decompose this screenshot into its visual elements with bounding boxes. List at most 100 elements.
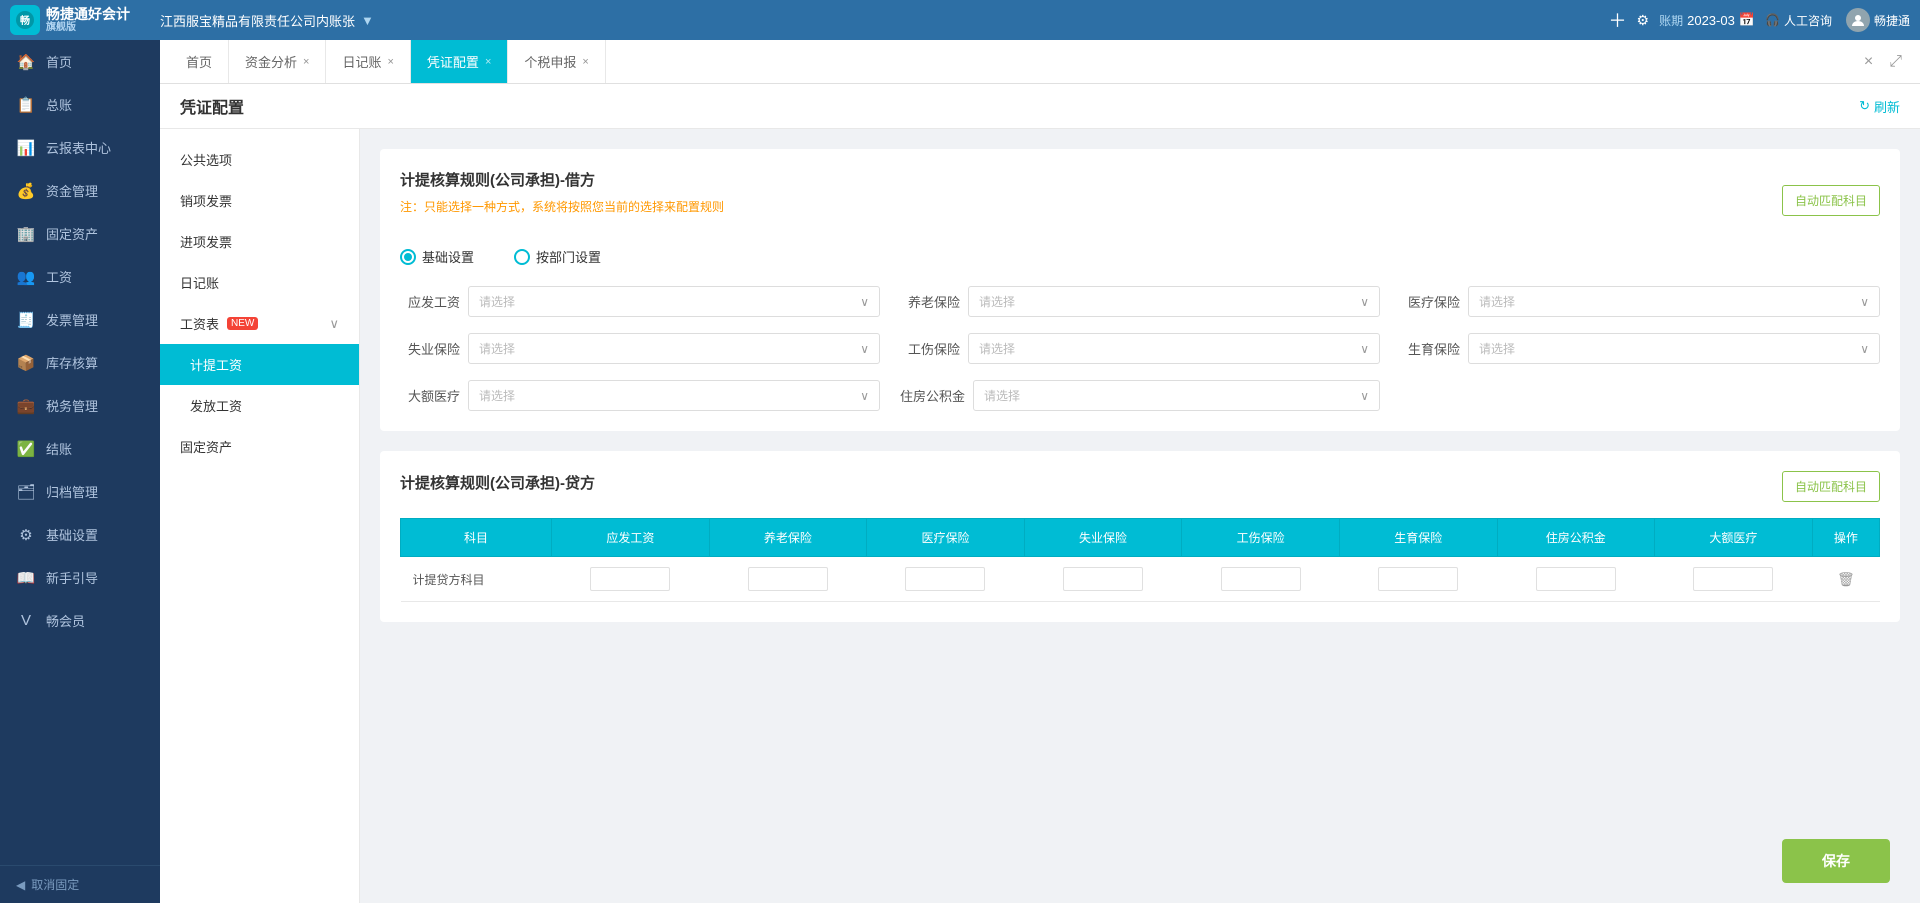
input-gross[interactable] <box>590 567 670 591</box>
input-unemployment[interactable] <box>1063 567 1143 591</box>
debit-form-grid: 应发工资 请选择 ∨ 养老保险 请选择 ∨ <box>400 286 1880 411</box>
input-maternity[interactable] <box>1378 567 1458 591</box>
window-expand-button[interactable]: ⤢ <box>1881 49 1910 75</box>
col-workinjury: 工伤保险 <box>1182 519 1340 557</box>
sidebar-item-ledger[interactable]: 📋 总账 <box>0 83 160 126</box>
radio-dept[interactable]: 按部门设置 <box>514 247 601 266</box>
inventory-icon: 📦 <box>16 354 36 372</box>
tab-home[interactable]: 首页 <box>170 40 229 83</box>
tab-journal[interactable]: 日记账 × <box>326 40 410 83</box>
input-pension[interactable] <box>748 567 828 591</box>
gross-salary-select[interactable]: 请选择 ∨ <box>468 286 880 317</box>
debit-section-note: 注：只能选择一种方式，系统将按照您当前的选择来配置规则 <box>400 198 724 215</box>
maternity-label: 生育保险 <box>1400 339 1460 358</box>
main-layout: 🏠 首页 📋 总账 📊 云报表中心 💰 资金管理 🏢 固定资产 👥 工资 🧾 发… <box>0 40 1920 903</box>
settings-icon: ⚙ <box>16 526 36 544</box>
cell-gross <box>552 557 710 602</box>
close-capital-tab[interactable]: × <box>303 56 309 68</box>
sidebar-item-settings[interactable]: ⚙ 基础设置 <box>0 513 160 556</box>
sidebar-item-salary[interactable]: 👥 工资 <box>0 255 160 298</box>
workinjury-label: 工伤保险 <box>900 339 960 358</box>
pension-select[interactable]: 请选择 ∨ <box>968 286 1380 317</box>
left-nav-public[interactable]: 公共选项 <box>160 139 359 180</box>
sidebar-item-archive[interactable]: 🗂 归档管理 <box>0 470 160 513</box>
input-large-medical[interactable] <box>1693 567 1773 591</box>
logo-icon: 畅 <box>10 5 40 35</box>
cell-workinjury <box>1182 557 1340 602</box>
chevron-down-icon: ∨ <box>1860 342 1869 356</box>
chevron-down-icon[interactable]: ▼ <box>361 13 374 28</box>
workinjury-select[interactable]: 请选择 ∨ <box>968 333 1380 364</box>
col-medical: 医疗保险 <box>867 519 1025 557</box>
sidebar-item-home[interactable]: 🏠 首页 <box>0 40 160 83</box>
save-button[interactable]: 保存 <box>1782 839 1890 883</box>
delete-row-icon[interactable]: 🗑 <box>1837 571 1855 587</box>
company-name: 江西服宝精品有限责任公司内账张 <box>160 11 355 30</box>
gear-icon[interactable]: ⚙ <box>1637 12 1650 29</box>
sidebar-item-fixed-assets[interactable]: 🏢 固定资产 <box>0 212 160 255</box>
left-nav-journal[interactable]: 日记账 <box>160 262 359 303</box>
left-nav-payout[interactable]: 发放工资 <box>160 385 359 426</box>
tab-voucher[interactable]: 凭证配置 × <box>411 40 508 83</box>
input-workinjury[interactable] <box>1221 567 1301 591</box>
cancel-pin-button[interactable]: ◀ 取消固定 <box>0 865 160 903</box>
radio-dept-circle <box>514 249 530 265</box>
sidebar-item-vip[interactable]: V 畅会员 <box>0 599 160 642</box>
chevron-down-icon: ∨ <box>1360 389 1369 403</box>
table-row: 计提贷方科目 🗑 <box>401 557 1880 602</box>
refresh-button[interactable]: ↻ 刷新 <box>1859 97 1900 116</box>
housing-fund-select[interactable]: 请选择 ∨ <box>973 380 1380 411</box>
left-nav-purchase[interactable]: 进项发票 <box>160 221 359 262</box>
large-medical-select[interactable]: 请选择 ∨ <box>468 380 880 411</box>
unemployment-select[interactable]: 请选择 ∨ <box>468 333 880 364</box>
close-voucher-tab[interactable]: × <box>485 56 491 68</box>
large-medical-label: 大额医疗 <box>400 386 460 405</box>
table-header-row: 科目 应发工资 养老保险 医疗保险 失业保险 工伤保险 生育保险 住房公积金 大… <box>401 519 1880 557</box>
close-tax-tab[interactable]: × <box>582 56 588 68</box>
cell-maternity <box>1339 557 1497 602</box>
add-icon[interactable]: ＋ <box>1609 7 1627 33</box>
left-nav-sales[interactable]: 销项发票 <box>160 180 359 221</box>
content-wrapper: 公共选项 销项发票 进项发票 日记账 工资表 NEW ∨ <box>160 129 1920 903</box>
chevron-down-icon: ∨ <box>1860 295 1869 309</box>
credit-auto-match-button[interactable]: 自动匹配科目 <box>1782 471 1880 502</box>
form-item-gross-salary: 应发工资 请选择 ∨ <box>400 286 880 317</box>
sidebar-item-reports[interactable]: 📊 云报表中心 <box>0 126 160 169</box>
medical-select[interactable]: 请选择 ∨ <box>1468 286 1880 317</box>
calendar-icon[interactable]: 📅 <box>1739 12 1755 28</box>
window-close-button[interactable]: × <box>1856 49 1881 75</box>
sidebar-item-checkout[interactable]: ✅ 结账 <box>0 427 160 470</box>
maternity-select[interactable]: 请选择 ∨ <box>1468 333 1880 364</box>
radio-basic[interactable]: 基础设置 <box>400 247 474 266</box>
debit-section-title: 计提核算规则(公司承担)-借方 <box>400 169 724 190</box>
credit-section: 计提核算规则(公司承担)-贷方 自动匹配科目 科目 应发工资 养老保险 医疗保险… <box>380 451 1900 622</box>
cell-housing <box>1497 557 1655 602</box>
sidebar-item-inventory[interactable]: 📦 库存核算 <box>0 341 160 384</box>
sidebar-item-tax[interactable]: 💼 税务管理 <box>0 384 160 427</box>
row-label: 计提贷方科目 <box>401 557 552 602</box>
form-item-pension: 养老保险 请选择 ∨ <box>900 286 1380 317</box>
cell-delete: 🗑 <box>1812 557 1879 602</box>
close-journal-tab[interactable]: × <box>387 56 393 68</box>
headset-icon: 🎧 <box>1765 13 1780 27</box>
period-selector[interactable]: 账期 2023-03 📅 <box>1659 12 1755 29</box>
sidebar-item-capital[interactable]: 💰 资金管理 <box>0 169 160 212</box>
fixed-assets-icon: 🏢 <box>16 225 36 243</box>
debit-auto-match-button[interactable]: 自动匹配科目 <box>1782 185 1880 216</box>
tab-capital[interactable]: 资金分析 × <box>229 40 326 83</box>
tab-tax[interactable]: 个税申报 × <box>508 40 605 83</box>
sidebar-item-guide[interactable]: 📖 新手引导 <box>0 556 160 599</box>
service-button[interactable]: 🎧 人工咨询 <box>1765 12 1832 29</box>
sidebar-bottom: ◀ 取消固定 <box>0 865 160 903</box>
left-nav-fixed-assets[interactable]: 固定资产 <box>160 426 359 467</box>
capital-icon: 💰 <box>16 182 36 200</box>
left-nav-salary-table[interactable]: 工资表 NEW ∨ <box>160 303 359 344</box>
input-housing[interactable] <box>1536 567 1616 591</box>
input-medical[interactable] <box>905 567 985 591</box>
left-nav-accrual[interactable]: 计提工资 <box>160 344 359 385</box>
col-subject: 科目 <box>401 519 552 557</box>
user-menu[interactable]: 畅捷通 <box>1846 8 1910 32</box>
debit-radio-group: 基础设置 按部门设置 <box>400 247 1880 266</box>
company-selector[interactable]: 江西服宝精品有限责任公司内账张 ▼ <box>160 11 1599 30</box>
sidebar-item-invoice[interactable]: 🧾 发票管理 <box>0 298 160 341</box>
